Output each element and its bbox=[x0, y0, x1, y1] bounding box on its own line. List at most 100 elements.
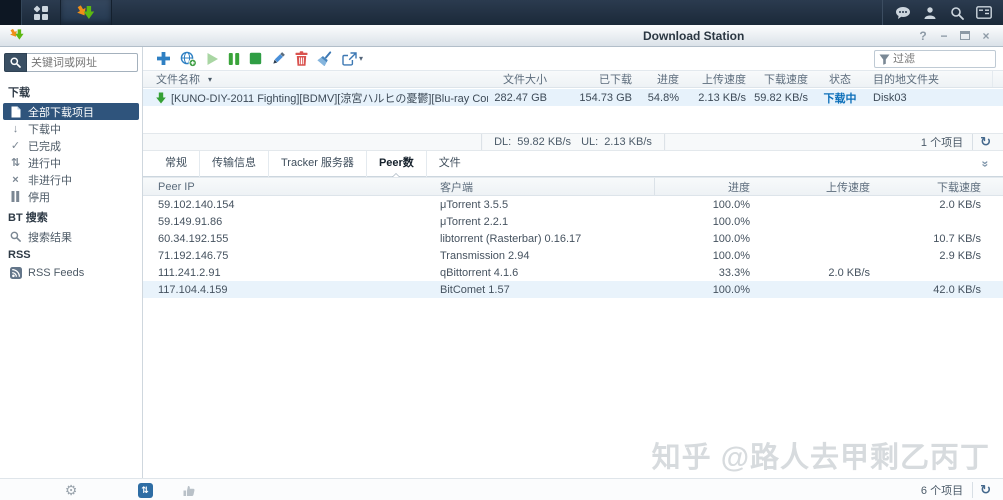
rss-icon bbox=[8, 266, 23, 279]
downloads-table-header: 文件名称 ▾ 文件大小 已下载 进度 上传速度 下载速度 状态 目的地文件夹 bbox=[143, 70, 1003, 88]
tab-files[interactable]: 文件 bbox=[425, 150, 473, 177]
peer-progress: 100.0% bbox=[712, 283, 750, 296]
download-downloaded: 154.73 GB bbox=[579, 91, 632, 104]
column-header-peer-up-speed[interactable]: 上传速度 bbox=[750, 179, 870, 195]
minimize-button[interactable]: − bbox=[937, 28, 951, 44]
column-header-client[interactable]: 客户端 bbox=[440, 178, 655, 195]
maximize-button[interactable] bbox=[958, 28, 972, 44]
sidebar-search-input[interactable] bbox=[27, 53, 138, 72]
peer-client: μTorrent 3.5.5 bbox=[440, 198, 509, 211]
sidebar-item-label: 全部下载项目 bbox=[28, 106, 94, 119]
column-header-size[interactable]: 文件大小 bbox=[488, 71, 555, 87]
taskbar-tray bbox=[882, 0, 1003, 25]
check-icon: ✓ bbox=[10, 140, 21, 152]
column-header-name[interactable]: 文件名称 ▾ bbox=[143, 71, 488, 87]
collapse-panel-button[interactable]: » bbox=[978, 157, 1003, 171]
sidebar-item-completed[interactable]: ✓ 已完成 bbox=[3, 137, 139, 154]
refresh-button[interactable]: ↻ bbox=[972, 134, 998, 150]
column-header-peer-progress[interactable]: 进度 bbox=[655, 179, 750, 195]
peer-row[interactable]: 59.102.140.154 μTorrent 3.5.5 100.0% 2.0… bbox=[143, 196, 1003, 213]
peer-ip: 117.104.4.159 bbox=[158, 283, 228, 296]
download-row-selected[interactable]: [KUNO-DIY-2011 Fighting][BDMV][涼宮ハルヒの憂鬱]… bbox=[143, 89, 1003, 106]
item-count: 1 个项目 bbox=[920, 137, 964, 149]
peer-client: BitComet 1.57 bbox=[440, 283, 510, 296]
sort-desc-icon: ▾ bbox=[208, 74, 213, 84]
sidebar-item-active[interactable]: ⇅ 进行中 bbox=[3, 154, 139, 171]
main-menu-icon bbox=[33, 5, 48, 20]
column-header-destination[interactable]: 目的地文件夹 bbox=[868, 71, 992, 87]
sidebar-item-label: RSS Feeds bbox=[28, 266, 85, 279]
filter-input[interactable] bbox=[893, 53, 991, 65]
column-header-peer-ip[interactable]: Peer IP bbox=[143, 181, 440, 193]
global-search-button[interactable] bbox=[943, 0, 970, 25]
sidebar-search-button[interactable] bbox=[4, 53, 27, 72]
resume-button[interactable] bbox=[206, 50, 219, 68]
tab-tracker-servers[interactable]: Tracker 服务器 bbox=[268, 150, 366, 177]
tab-transfer-info[interactable]: 传输信息 bbox=[199, 150, 268, 177]
column-header-down-speed[interactable]: 下载速度 bbox=[750, 71, 812, 87]
play-icon bbox=[207, 52, 218, 65]
peer-down-speed: 42.0 KB/s bbox=[933, 283, 981, 296]
peer-ip: 60.34.192.155 bbox=[158, 232, 229, 245]
sidebar-item-inactive[interactable]: × 非进行中 bbox=[3, 171, 139, 188]
sidebar-item-downloading[interactable]: ↓ 下载中 bbox=[3, 120, 139, 137]
close-button[interactable]: × bbox=[979, 28, 993, 44]
peer-progress: 100.0% bbox=[712, 249, 750, 262]
column-header-downloaded[interactable]: 已下载 bbox=[555, 71, 640, 87]
peer-down-speed: 2.0 KB/s bbox=[939, 198, 981, 211]
tab-general[interactable]: 常规 bbox=[153, 151, 199, 177]
user-icon bbox=[924, 6, 935, 19]
stop-button[interactable] bbox=[249, 50, 262, 68]
main-panel: ▾ 文件名称 ▾ 文件大小 已下载 进度 上传速度 下载速度 状态 目的地文件夹 bbox=[143, 47, 1003, 478]
help-button[interactable]: ? bbox=[916, 28, 930, 44]
settings-dock-button[interactable]: ⚙ bbox=[62, 481, 80, 499]
show-desktop-button[interactable] bbox=[0, 0, 22, 25]
peer-table-body: 59.102.140.154 μTorrent 3.5.5 100.0% 2.0… bbox=[143, 196, 1003, 298]
transfer-dock-button[interactable]: ⇅ bbox=[136, 481, 154, 499]
peer-row-highlighted[interactable]: 117.104.4.159 BitComet 1.57 100.0% 42.0 … bbox=[143, 281, 1003, 298]
double-chevron-down-icon: » bbox=[978, 160, 993, 167]
column-header-up-speed[interactable]: 上传速度 bbox=[682, 71, 750, 87]
peer-row[interactable]: 111.241.2.91 qBittorrent 4.1.6 33.3% 2.0… bbox=[143, 264, 1003, 281]
search-icon bbox=[8, 231, 23, 242]
widgets-button[interactable] bbox=[970, 0, 997, 25]
peer-refresh-button[interactable]: ↻ bbox=[972, 481, 998, 498]
sidebar: 下载 全部下载项目 ↓ 下载中 ✓ 已完成 ⇅ 进行中 × 非进行中 停用 bbox=[0, 47, 143, 478]
share-button[interactable]: ▾ bbox=[342, 50, 363, 68]
peer-row[interactable]: 60.34.192.155 libtorrent (Rasterbar) 0.1… bbox=[143, 230, 1003, 247]
peer-ip: 59.149.91.86 bbox=[158, 215, 223, 228]
delete-button[interactable] bbox=[295, 50, 308, 68]
notifications-button[interactable] bbox=[889, 0, 916, 25]
clear-completed-button[interactable] bbox=[317, 50, 333, 68]
download-destination: Disk03 bbox=[873, 91, 907, 104]
tab-peers[interactable]: Peer数 bbox=[365, 150, 426, 178]
user-menu-button[interactable] bbox=[916, 0, 943, 25]
column-header-progress[interactable]: 进度 bbox=[640, 71, 682, 87]
bottom-strip: ⚙ ⇅ 6 个项目 ↻ bbox=[0, 478, 1003, 500]
pause-button[interactable] bbox=[228, 50, 240, 68]
add-from-url-button[interactable] bbox=[180, 50, 197, 68]
sidebar-item-rss-feeds[interactable]: RSS Feeds bbox=[3, 264, 139, 281]
pause-icon bbox=[8, 191, 23, 202]
add-task-button[interactable] bbox=[156, 50, 171, 68]
crossed-arrows-icon: × bbox=[12, 173, 19, 186]
main-menu-button[interactable] bbox=[22, 0, 60, 25]
sidebar-item-stopped[interactable]: 停用 bbox=[3, 188, 139, 205]
filter-box bbox=[874, 50, 996, 68]
taskbar-app-download-station[interactable] bbox=[60, 0, 112, 25]
download-progress: 54.8% bbox=[647, 91, 679, 104]
peer-down-speed: 10.7 KB/s bbox=[933, 232, 981, 245]
peer-progress: 100.0% bbox=[712, 215, 750, 228]
sidebar-item-all-downloads[interactable]: 全部下载项目 bbox=[3, 103, 139, 120]
column-header-status[interactable]: 状态 bbox=[812, 71, 868, 87]
column-header-peer-down-speed[interactable]: 下载速度 bbox=[870, 179, 1003, 195]
sidebar-item-search-results[interactable]: 搜索结果 bbox=[3, 228, 139, 245]
peer-table-header: Peer IP 客户端 进度 上传速度 下载速度 bbox=[143, 177, 1003, 196]
peer-row[interactable]: 59.149.91.86 μTorrent 2.2.1 100.0% bbox=[143, 213, 1003, 230]
edit-button[interactable] bbox=[271, 50, 286, 68]
sidebar-item-label: 非进行中 bbox=[28, 174, 72, 187]
peer-row[interactable]: 71.192.146.75 Transmission 2.94 100.0% 2… bbox=[143, 247, 1003, 264]
peer-progress: 100.0% bbox=[712, 232, 750, 245]
pinned-app-button[interactable] bbox=[180, 481, 198, 499]
hand-icon bbox=[183, 485, 194, 496]
